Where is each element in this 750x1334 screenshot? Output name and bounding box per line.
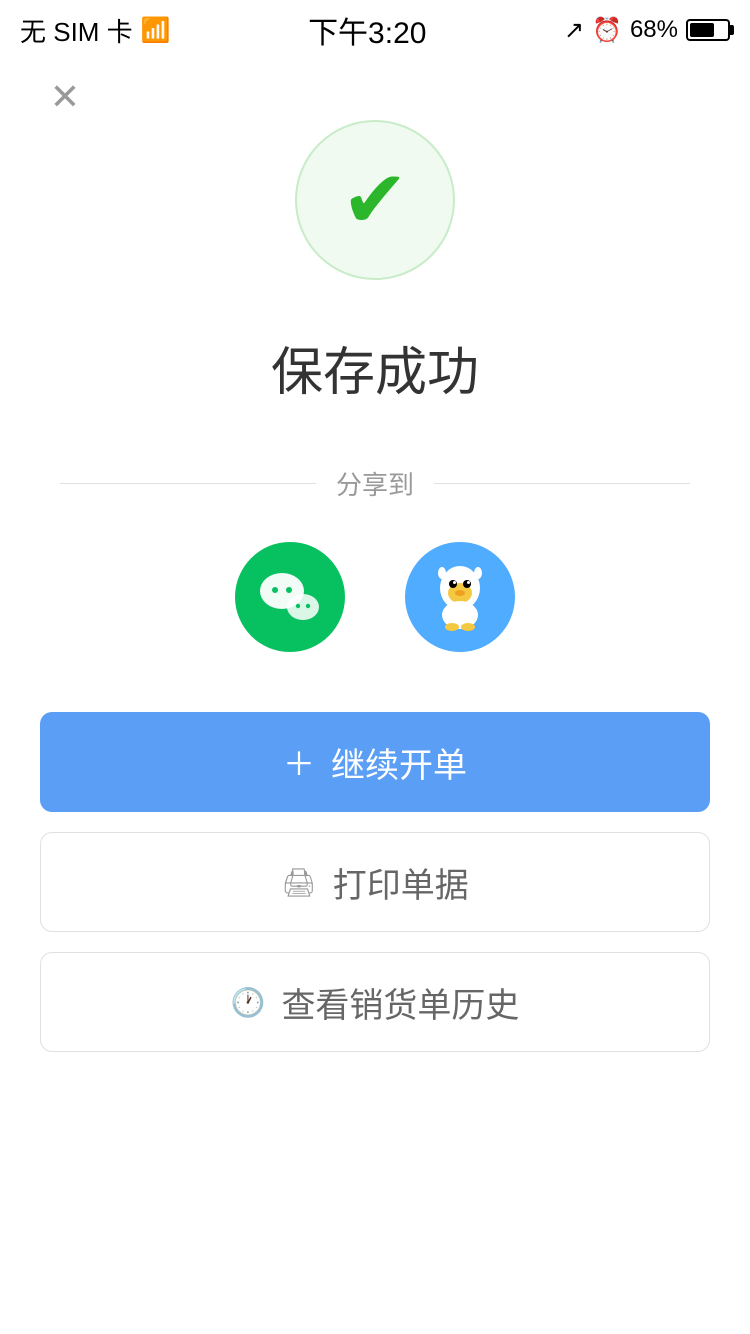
status-bar: 无 SIM 卡 📶 下午3:20 ↗ ⏰ 68% xyxy=(0,0,750,60)
print-button-label: 打印单据 xyxy=(333,858,469,907)
status-left: 无 SIM 卡 📶 xyxy=(20,12,171,49)
divider-line-left xyxy=(60,483,316,484)
plus-icon: ＋ xyxy=(283,739,315,785)
divider-line-right xyxy=(434,483,690,484)
battery-percent: 68% xyxy=(630,16,678,44)
checkmark-icon: ✔ xyxy=(341,160,408,240)
continue-button[interactable]: ＋ 继续开单 xyxy=(40,712,710,812)
share-label: 分享到 xyxy=(316,465,434,502)
action-buttons: ＋ 继续开单 🖨 打印单据 🕐 查看销货单历史 xyxy=(0,712,750,1052)
continue-button-label: 继续开单 xyxy=(331,738,467,787)
close-icon: ✕ xyxy=(50,79,80,115)
wechat-svg xyxy=(259,571,321,623)
location-icon: ↗ xyxy=(564,16,584,45)
time-text: 下午3:20 xyxy=(308,17,426,50)
share-icons xyxy=(235,542,515,652)
battery-fill xyxy=(690,23,714,37)
success-icon-circle: ✔ xyxy=(295,120,455,280)
qq-svg xyxy=(430,563,490,631)
wifi-icon: 📶 xyxy=(141,16,171,45)
battery-indicator xyxy=(686,19,730,41)
qq-share-button[interactable] xyxy=(405,542,515,652)
print-button[interactable]: 🖨 打印单据 xyxy=(40,832,710,932)
time-display: 下午3:20 xyxy=(308,8,426,52)
share-section: 分享到 xyxy=(0,465,750,652)
close-button[interactable]: ✕ xyxy=(40,72,90,122)
alarm-icon: ⏰ xyxy=(592,16,622,45)
wechat-share-button[interactable] xyxy=(235,542,345,652)
main-content: ✔ 保存成功 分享到 xyxy=(0,60,750,1052)
printer-icon: 🖨 xyxy=(281,866,317,899)
history-icon: 🕐 xyxy=(231,986,266,1019)
history-button-label: 查看销货单历史 xyxy=(281,978,519,1027)
history-button[interactable]: 🕐 查看销货单历史 xyxy=(40,952,710,1052)
battery-box xyxy=(686,19,730,41)
carrier-text: 无 SIM 卡 xyxy=(20,12,133,49)
status-right: ↗ ⏰ 68% xyxy=(564,16,730,45)
share-divider: 分享到 xyxy=(0,465,750,502)
success-title: 保存成功 xyxy=(271,330,479,405)
